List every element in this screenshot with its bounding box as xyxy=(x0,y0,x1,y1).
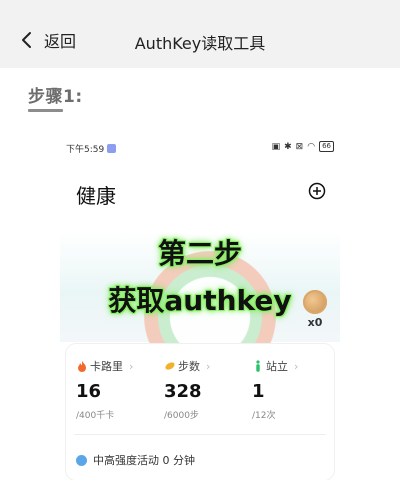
metric-label: 步数 xyxy=(178,360,200,373)
metric-value: 328 xyxy=(164,381,202,402)
card-divider xyxy=(74,434,326,435)
stats-card[interactable]: 卡路里 › 16 /400千卡 步数 › 328 /6000步 站立 › 1 /… xyxy=(66,344,334,480)
app-title: 健康 xyxy=(76,184,116,208)
activity-text: 中高强度活动 0 分钟 xyxy=(93,454,195,467)
flame-icon xyxy=(78,361,86,372)
activity-row[interactable]: 中高强度活动 0 分钟 xyxy=(76,452,195,468)
mute-icon: ⊠ xyxy=(295,141,304,152)
step-underline xyxy=(28,109,63,112)
footprint-icon xyxy=(165,362,175,370)
metric-value: 1 xyxy=(252,381,265,402)
metric-goal: /400千卡 xyxy=(76,411,115,421)
coin-count: x0 xyxy=(307,316,323,329)
metric-goal: /6000步 xyxy=(164,411,199,421)
clock-icon xyxy=(76,454,87,466)
standing-person-icon xyxy=(256,360,260,372)
chevron-right-icon: › xyxy=(206,359,211,373)
status-time: 下午5:59 xyxy=(66,142,117,155)
overlay-authkey-text: 获取authkey xyxy=(108,284,292,317)
metric-steps[interactable]: 步数 › 328 /6000步 xyxy=(164,358,252,422)
status-time-text: 下午5:59 xyxy=(66,145,105,155)
phone-screenshot: 下午5:59 ▣ ✱ ⊠ ◠ 66 健康 第二步 获取authkey x0 卡路… xyxy=(60,132,340,480)
chevron-right-icon: › xyxy=(294,359,299,373)
add-icon[interactable] xyxy=(308,182,326,200)
battery-icon: 66 xyxy=(319,141,334,152)
wifi-icon: ◠ xyxy=(307,141,316,152)
nfc-icon: ▣ xyxy=(271,141,281,152)
metric-value: 16 xyxy=(76,381,102,402)
page-title: AuthKey读取工具 xyxy=(134,34,266,53)
notification-icon xyxy=(107,144,117,153)
coin-badge[interactable]: x0 xyxy=(300,290,330,329)
metric-label: 站立 xyxy=(266,360,288,373)
chevron-right-icon: › xyxy=(129,359,134,373)
overlay-step-text: 第二步 xyxy=(157,237,242,270)
top-bar: 返回 AuthKey读取工具 xyxy=(0,0,400,68)
status-icons: ▣ ✱ ⊠ ◠ 66 xyxy=(272,141,334,152)
metric-goal: /12次 xyxy=(252,411,276,421)
step-label: 步骤1: xyxy=(28,87,83,107)
metric-calories[interactable]: 卡路里 › 16 /400千卡 xyxy=(76,358,164,422)
metric-label: 卡路里 xyxy=(90,360,123,373)
bluetooth-icon: ✱ xyxy=(284,141,292,152)
metric-standing[interactable]: 站立 › 1 /12次 xyxy=(252,358,340,422)
cookie-icon xyxy=(303,290,327,314)
